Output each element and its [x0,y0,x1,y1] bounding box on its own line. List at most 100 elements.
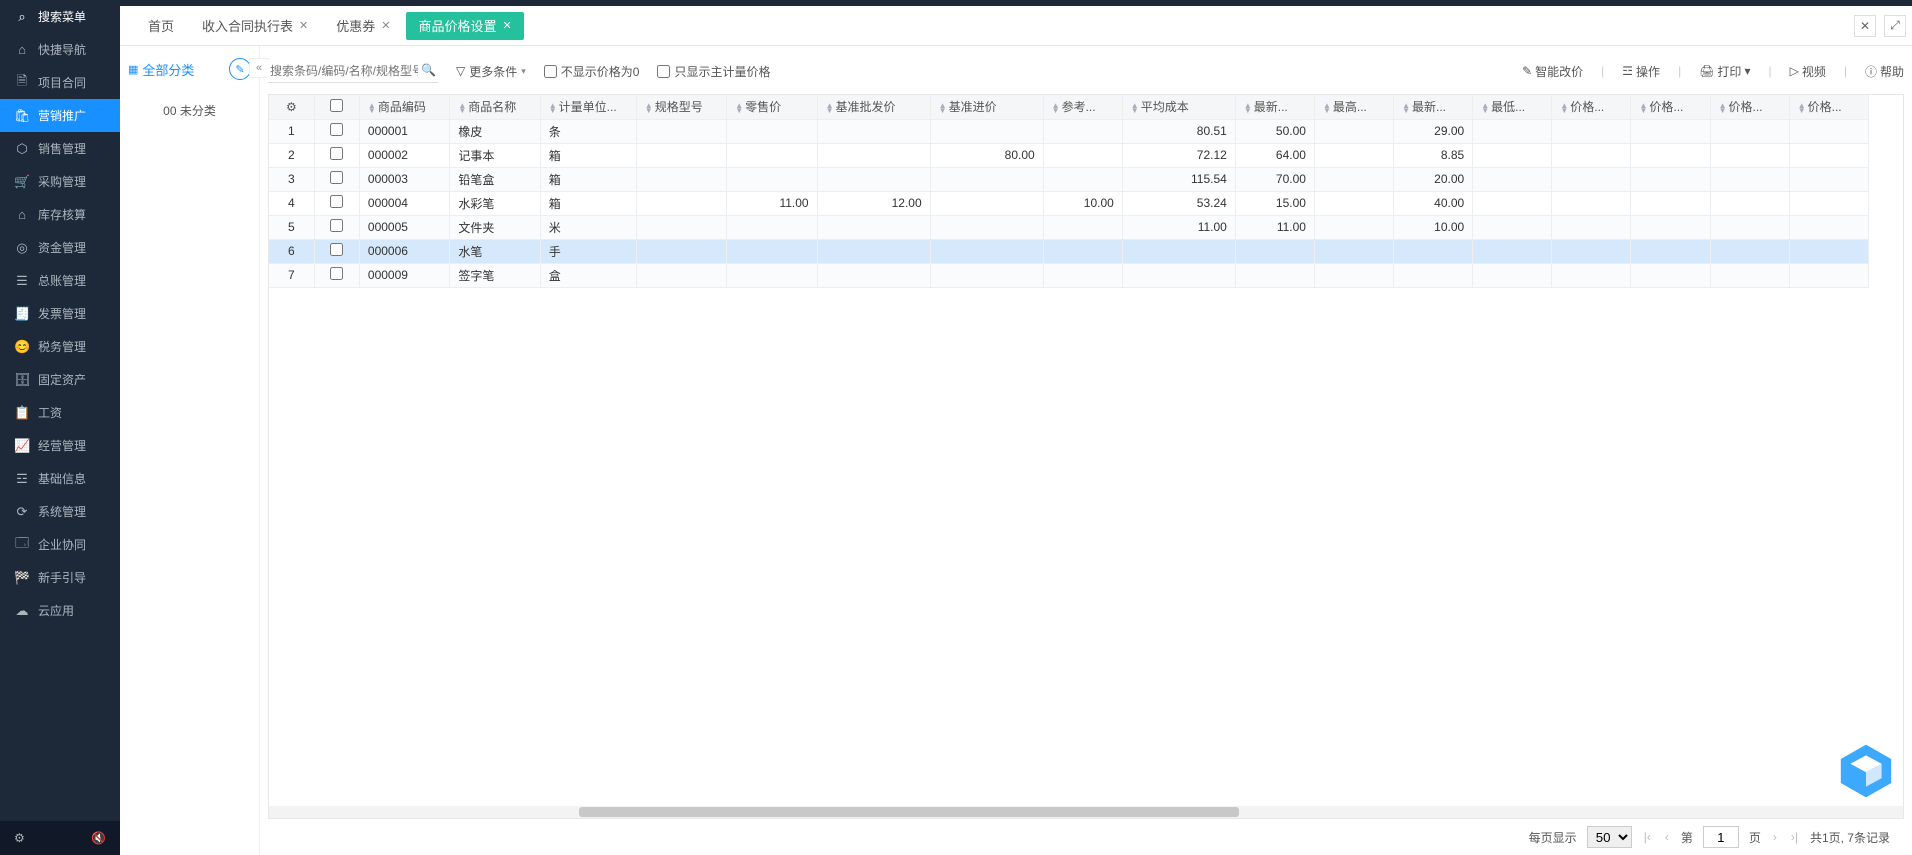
column-header[interactable]: ▲▼价格... [1789,95,1868,119]
tree-edit-icon[interactable]: ✎ [229,58,251,80]
sidebar-item-12[interactable]: 📋工资 [0,396,120,429]
sort-icon[interactable]: ▲▼ [1052,103,1060,113]
sort-icon[interactable]: ▲▼ [549,103,557,113]
sidebar-item-16[interactable]: 🗔企业协同 [0,528,120,561]
operations-button[interactable]: ☲操作 [1622,63,1660,80]
search-input[interactable] [268,60,438,83]
column-header[interactable]: ▲▼价格... [1631,95,1710,119]
tab-0[interactable]: 首页 [136,12,186,40]
last-page-button[interactable]: ›| [1789,830,1800,844]
sidebar-item-18[interactable]: ☁云应用 [0,594,120,627]
more-conditions-button[interactable]: ▽ 更多条件▾ [456,63,526,80]
sort-icon[interactable]: ▲▼ [826,103,834,113]
next-page-button[interactable]: › [1771,830,1779,844]
tab-close-icon[interactable]: ✕ [381,19,390,32]
sort-icon[interactable]: ▲▼ [458,103,466,113]
table-row[interactable]: 1000001橡皮条80.5150.0029.00 [269,119,1869,143]
column-header[interactable]: ▲▼商品编码 [359,95,449,119]
sidebar-item-0[interactable]: ⌕搜索菜单 [0,0,120,33]
table-row[interactable]: 5000005文件夹米11.0011.0010.00 [269,215,1869,239]
row-checkbox[interactable] [330,219,343,232]
sidebar-item-4[interactable]: ⬡销售管理 [0,132,120,165]
print-button[interactable]: 🖨打印▾ [1699,63,1750,80]
sidebar-item-2[interactable]: 🗎项目合同 [0,66,120,99]
table-row[interactable]: 4000004水彩笔箱11.0012.0010.0053.2415.0040.0… [269,191,1869,215]
sidebar-item-1[interactable]: ⌂快捷导航 [0,33,120,66]
column-header[interactable]: ▲▼基准批发价 [817,95,930,119]
table-row[interactable]: 3000003铅笔盒箱115.5470.0020.00 [269,167,1869,191]
smart-price-button[interactable]: ✎智能改价 [1522,63,1583,80]
table-row[interactable]: 7000009签字笔盒 [269,263,1869,287]
column-header[interactable]: ▲▼零售价 [727,95,817,119]
sort-icon[interactable]: ▲▼ [1798,103,1806,113]
sidebar-item-3[interactable]: 🛍营销推广 [0,99,120,132]
video-button[interactable]: ▷视频 [1790,63,1826,80]
sidebar-item-10[interactable]: 😊税务管理 [0,330,120,363]
expand-button[interactable]: ⤢ [1884,15,1906,37]
horizontal-scrollbar[interactable] [269,806,1903,818]
sidebar-item-11[interactable]: 🗄固定资产 [0,363,120,396]
row-checkbox[interactable] [330,147,343,160]
table-row[interactable]: 6000006水笔手 [269,239,1869,263]
first-page-button[interactable]: |‹ [1642,830,1653,844]
sort-icon[interactable]: ▲▼ [1402,103,1410,113]
select-all-checkbox[interactable] [330,99,343,112]
column-header[interactable]: ▲▼基准进价 [930,95,1043,119]
table-row[interactable]: 2000002记事本箱80.0072.1264.008.85 [269,143,1869,167]
column-header[interactable]: ▲▼最新... [1394,95,1473,119]
column-header[interactable]: ▲▼规格型号 [636,95,726,119]
column-header[interactable]: ▲▼平均成本 [1122,95,1235,119]
tab-close-icon[interactable]: ✕ [503,19,512,32]
row-checkbox[interactable] [330,267,343,280]
help-button[interactable]: ⓘ帮助 [1865,63,1904,80]
column-header[interactable]: ▲▼最高... [1314,95,1393,119]
sort-icon[interactable]: ▲▼ [1131,103,1139,113]
sidebar-item-7[interactable]: ◎资金管理 [0,231,120,264]
settings-icon[interactable]: ⚙ [14,831,25,845]
column-header[interactable]: ▲▼商品名称 [450,95,540,119]
sort-icon[interactable]: ▲▼ [1244,103,1252,113]
sort-icon[interactable]: ▲▼ [645,103,653,113]
close-all-tabs-button[interactable]: ✕ [1854,15,1876,37]
sort-icon[interactable]: ▲▼ [1323,103,1331,113]
tab-2[interactable]: 优惠券✕ [324,12,402,40]
column-header[interactable]: ▲▼计量单位... [540,95,636,119]
tab-close-icon[interactable]: ✕ [299,19,308,32]
sort-icon[interactable]: ▲▼ [939,103,947,113]
column-header[interactable]: ▲▼最新... [1235,95,1314,119]
prev-page-button[interactable]: ‹ [1663,830,1671,844]
sidebar-item-13[interactable]: 📈经营管理 [0,429,120,462]
page-input[interactable] [1703,826,1739,848]
sort-icon[interactable]: ▲▼ [735,103,743,113]
sidebar-item-5[interactable]: 🛒采购管理 [0,165,120,198]
row-checkbox[interactable] [330,171,343,184]
sort-icon[interactable]: ▲▼ [1481,103,1489,113]
tree-header[interactable]: 全部分类 [142,60,194,79]
column-header[interactable]: ▲▼价格... [1710,95,1789,119]
column-header[interactable]: ▲▼最低... [1473,95,1552,119]
row-checkbox[interactable] [330,123,343,136]
sidebar-item-6[interactable]: ⌂库存核算 [0,198,120,231]
column-header[interactable] [314,95,359,119]
sidebar-item-14[interactable]: ☲基础信息 [0,462,120,495]
sort-icon[interactable]: ▲▼ [1719,103,1727,113]
tree-node[interactable]: 00 未分类 [128,102,251,119]
hide-zero-price-checkbox[interactable]: 不显示价格为0 [544,63,640,80]
sidebar-item-9[interactable]: 🧾发票管理 [0,297,120,330]
tab-3[interactable]: 商品价格设置✕ [406,12,523,40]
sidebar-item-17[interactable]: 🏁新手引导 [0,561,120,594]
tab-1[interactable]: 收入合同执行表✕ [190,12,320,40]
row-checkbox[interactable] [330,195,343,208]
column-header[interactable]: ▲▼参考... [1043,95,1122,119]
tree-collapse-button[interactable]: « [249,58,269,78]
assistant-floater[interactable] [1836,741,1896,801]
sound-icon[interactable]: 🔇 [91,831,106,845]
perpage-select[interactable]: 50 [1587,826,1632,848]
sidebar-item-8[interactable]: ☰总账管理 [0,264,120,297]
gear-icon[interactable]: ⚙ [286,100,297,114]
column-header[interactable]: ⚙ [269,95,314,119]
search-icon[interactable]: 🔍 [421,63,436,77]
column-header[interactable]: ▲▼价格... [1552,95,1631,119]
row-checkbox[interactable] [330,243,343,256]
sidebar-item-15[interactable]: ⟳系统管理 [0,495,120,528]
